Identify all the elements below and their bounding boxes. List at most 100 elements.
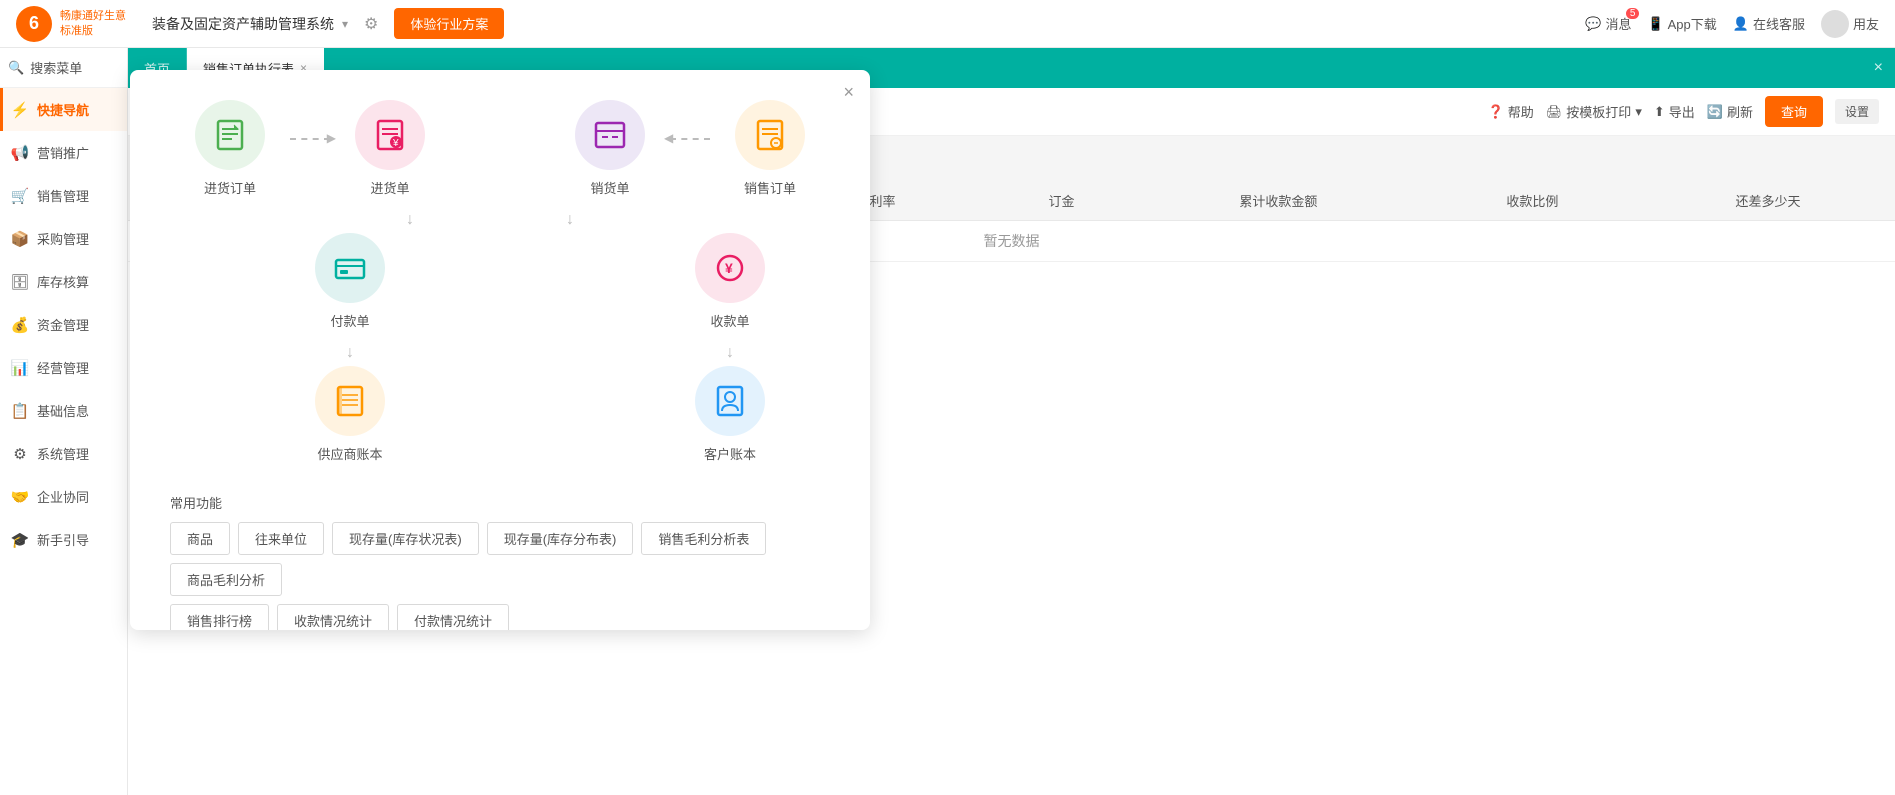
arrow-purchase-to-in (290, 138, 330, 160)
basicinfo-icon: 📋 (11, 402, 29, 420)
svg-text:¥: ¥ (725, 260, 733, 276)
system-icon: ⚙ (11, 445, 29, 463)
settings-icon[interactable]: ⚙ (364, 14, 378, 34)
common-functions: 常用功能 商品 往来单位 现存量(库存状况表) 现存量(库存分布表) 销售毛利分… (130, 493, 870, 630)
func-btn-contacts[interactable]: 往来单位 (238, 522, 324, 555)
help-icon: ❓ (1488, 104, 1504, 120)
flow-row-3: 供应商账本 客户账本 (170, 366, 830, 463)
sidebar-item-system[interactable]: ⚙ 系统管理 (0, 432, 127, 475)
message-badge: 5 (1626, 8, 1640, 19)
settings-toolbar-button[interactable]: 设置 (1835, 99, 1879, 124)
common-functions-title: 常用功能 (170, 493, 830, 512)
avatar (1821, 10, 1849, 38)
func-btn-stock-status[interactable]: 现存量(库存状况表) (332, 522, 479, 555)
flow-item-receipt: ¥ 收款单 (670, 233, 790, 330)
sales-order-circle (735, 100, 805, 170)
popup-close-button[interactable]: × (843, 82, 854, 103)
func-btn-payment-stats[interactable]: 付款情况统计 (397, 604, 509, 630)
purchase-icon: 📦 (11, 230, 29, 248)
logo-icon: 6 (16, 6, 52, 42)
col-header-payment-ratio: 收款比例 (1424, 181, 1641, 221)
sidebar-item-inventory[interactable]: 🗄 库存核算 (0, 260, 127, 303)
help-button[interactable]: ❓ 帮助 (1488, 102, 1534, 121)
purchase-bill-label: 进货单 (370, 178, 409, 197)
flow-row-1: 进货订单 ¥ 进货单 销货单 (170, 100, 830, 197)
arrow-down-payment: ↓ (346, 344, 354, 362)
message-button[interactable]: 💬 消息 5 (1585, 14, 1631, 33)
search-menu-button[interactable]: 🔍 搜索菜单 (0, 48, 127, 88)
sidebar-item-newguide[interactable]: 🎓 新手引导 (0, 518, 127, 561)
online-service-button[interactable]: 👤 在线客服 (1733, 14, 1805, 33)
sidebar-item-finance[interactable]: 💰 资金管理 (0, 303, 127, 346)
trial-button[interactable]: 体验行业方案 (394, 8, 504, 39)
logo-text: 畅康通好生意 标准版 (60, 9, 126, 38)
func-btn-stock-dist[interactable]: 现存量(库存分布表) (487, 522, 634, 555)
func-buttons-row2: 销售排行榜 收款情况统计 付款情况统计 (170, 604, 830, 630)
sidebar-item-sales[interactable]: 🛒 销售管理 (0, 174, 127, 217)
arrow-down-sales: ↓ (566, 211, 574, 229)
flow-row-2: 付款单 ¥ 收款单 (170, 233, 830, 330)
collab-icon: 🤝 (11, 488, 29, 506)
marketing-icon: 📢 (11, 144, 29, 162)
func-btn-sales-gross-analysis[interactable]: 销售毛利分析表 (641, 522, 766, 555)
template-print-button[interactable]: 🖨 按模板打印 ▾ (1546, 102, 1642, 121)
customer-ledger-label: 客户账本 (704, 444, 756, 463)
svg-text:¥: ¥ (392, 138, 399, 149)
arrow-sales-order-to-bill: ◀ (670, 138, 710, 160)
system-title: 装备及固定资产辅助管理系统 ▾ ⚙ (152, 14, 378, 34)
func-btn-sales-ranking[interactable]: 销售排行榜 (170, 604, 269, 630)
sidebar-item-purchase[interactable]: 📦 采购管理 (0, 217, 127, 260)
flow-item-customer-ledger: 客户账本 (670, 366, 790, 463)
title-arrow-icon[interactable]: ▾ (342, 17, 348, 31)
flow-item-sales-bill: 销货单 (550, 100, 670, 197)
flow-chart: 进货订单 ¥ 进货单 销货单 (130, 70, 870, 493)
close-all-tabs-icon[interactable]: × (1874, 59, 1883, 77)
export-button[interactable]: ⬆ 导出 (1654, 102, 1695, 121)
arrow-down-receipt: ↓ (726, 344, 734, 362)
sales-bill-label: 销货单 (590, 178, 629, 197)
refresh-icon: 🔄 (1707, 104, 1723, 120)
flow-item-payment: 付款单 (290, 233, 410, 330)
func-btn-product-gross-analysis[interactable]: 商品毛利分析 (170, 563, 282, 596)
func-btn-product[interactable]: 商品 (170, 522, 230, 555)
inventory-icon: 🗄 (11, 273, 29, 291)
flow-item-purchase-order: 进货订单 (170, 100, 290, 197)
sidebar-item-operations[interactable]: 📊 经营管理 (0, 346, 127, 389)
purchase-order-circle (195, 100, 265, 170)
quicknav-icon: ⚡ (11, 101, 29, 119)
receipt-circle: ¥ (695, 233, 765, 303)
sales-bill-circle (575, 100, 645, 170)
flow-item-supplier-ledger: 供应商账本 (290, 366, 410, 463)
sidebar-item-collab[interactable]: 🤝 企业协同 (0, 475, 127, 518)
message-icon: 💬 (1585, 16, 1601, 32)
flow-item-sales-order: 销售订单 (710, 100, 830, 197)
sidebar-item-quicknav[interactable]: ⚡ 快捷导航 (0, 88, 127, 131)
func-btn-receipt-stats[interactable]: 收款情况统计 (277, 604, 389, 630)
arrow-down-purchase: ↓ (406, 211, 414, 229)
top-bar: 6 畅康通好生意 标准版 装备及固定资产辅助管理系统 ▾ ⚙ 体验行业方案 💬 … (0, 0, 1895, 48)
user-area[interactable]: 用友 (1821, 10, 1879, 38)
func-buttons-row1: 商品 往来单位 现存量(库存状况表) 现存量(库存分布表) 销售毛利分析表 商品… (170, 522, 830, 596)
purchase-bill-circle: ¥ (355, 100, 425, 170)
sidebar-item-marketing[interactable]: 📢 营销推广 (0, 131, 127, 174)
sales-order-label: 销售订单 (744, 178, 796, 197)
newguide-icon: 🎓 (11, 531, 29, 549)
customer-ledger-circle (695, 366, 765, 436)
supplier-ledger-circle (315, 366, 385, 436)
top-right: 💬 消息 5 📱 App下载 👤 在线客服 用友 (1585, 10, 1879, 38)
payment-label: 付款单 (330, 311, 369, 330)
query-button[interactable]: 查询 (1765, 96, 1823, 127)
app-download-button[interactable]: 📱 App下载 (1647, 14, 1716, 33)
search-menu-icon: 🔍 (8, 60, 24, 76)
print-arrow-icon: ▾ (1635, 104, 1642, 120)
col-header-deposit: 订金 (990, 181, 1133, 221)
flow-item-purchase-bill: ¥ 进货单 (330, 100, 450, 197)
payment-circle (315, 233, 385, 303)
logo-area: 6 畅康通好生意 标准版 (16, 6, 144, 42)
service-icon: 👤 (1733, 16, 1749, 32)
sidebar-item-basicinfo[interactable]: 📋 基础信息 (0, 389, 127, 432)
refresh-button[interactable]: 🔄 刷新 (1707, 102, 1753, 121)
finance-icon: 💰 (11, 316, 29, 334)
col-header-days-diff: 还差多少天 (1641, 181, 1895, 221)
purchase-order-label: 进货订单 (204, 178, 256, 197)
